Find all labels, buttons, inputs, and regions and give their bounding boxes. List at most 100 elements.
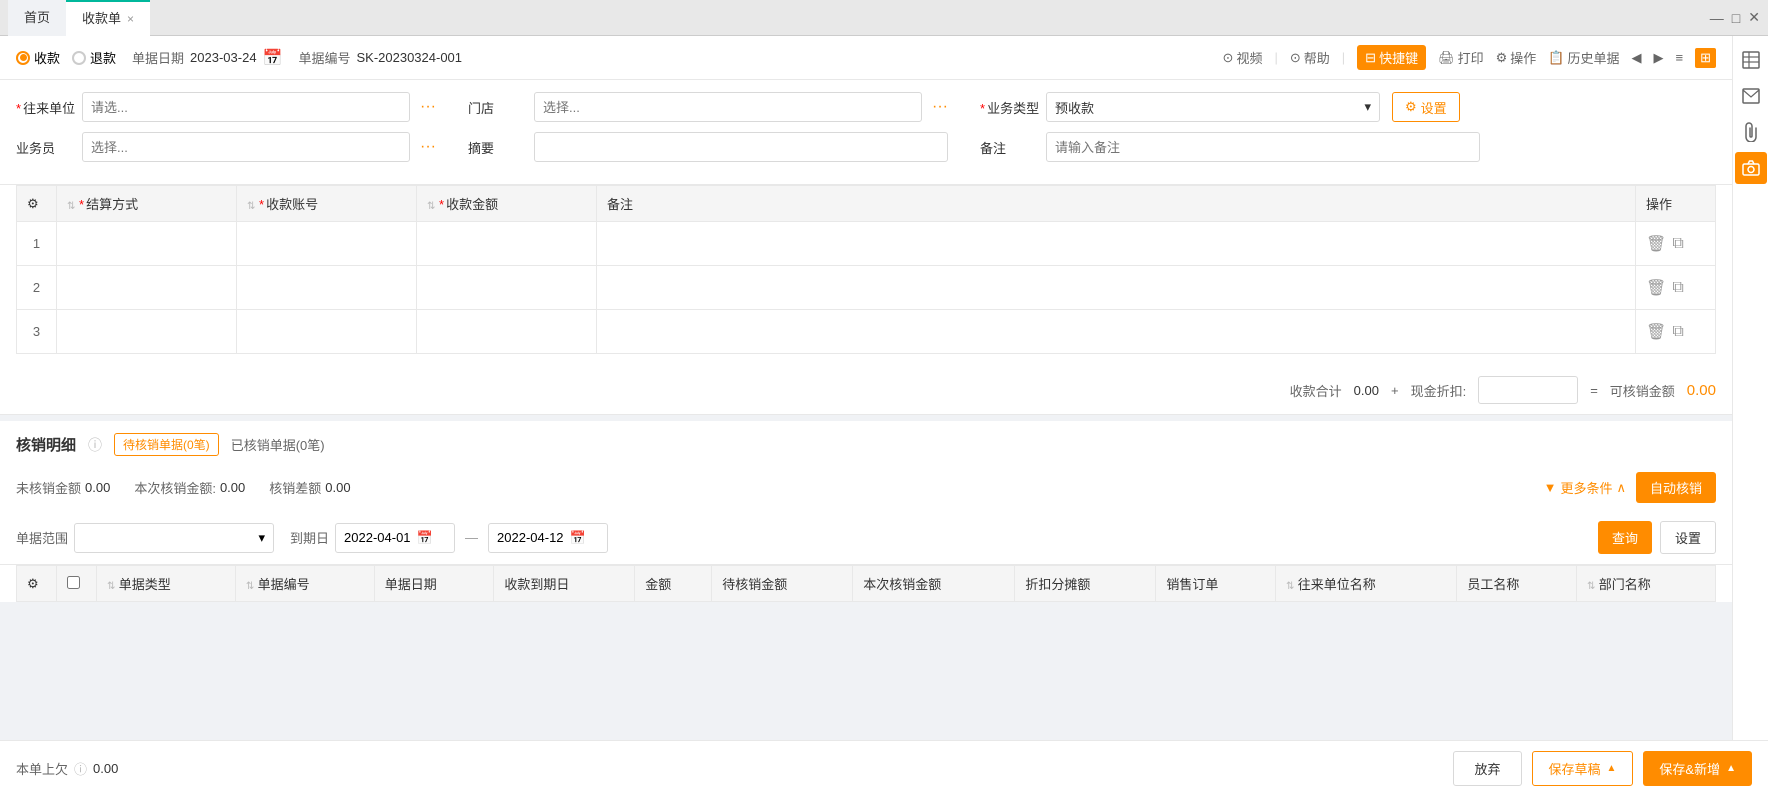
save-new-btn[interactable]: 保存&新增 ▲ — [1643, 751, 1752, 786]
copy-row-2-btn[interactable]: ⧉ — [1672, 279, 1683, 297]
uncancelled-label: 未核销金额 — [16, 478, 81, 497]
radio-refund[interactable]: 退款 — [72, 48, 116, 67]
gear-col-icon: ⚙ — [27, 196, 39, 211]
bth-amount: 金额 — [635, 566, 712, 602]
uncancelled-value: 0.00 — [85, 480, 110, 495]
writeoff-settings-btn[interactable]: 设置 — [1660, 521, 1716, 554]
summary-field: 摘要 — [468, 132, 948, 162]
date-from-input[interactable]: 2022-04-01 📅 — [335, 523, 455, 553]
abandon-btn[interactable]: 放弃 — [1453, 751, 1521, 786]
receivable-value: 0.00 — [1687, 382, 1716, 399]
pending-tab[interactable]: 待核销单据(0笔) — [114, 433, 219, 456]
calendar-icon[interactable]: 📅 — [263, 48, 283, 68]
delete-row-1-btn[interactable]: 🗑 — [1646, 234, 1666, 254]
history-btn[interactable]: 📋 历史单据 — [1548, 48, 1619, 67]
more-conditions-btn[interactable]: ▼ 更多条件 ∧ — [1544, 478, 1626, 497]
query-btn[interactable]: 查询 — [1598, 521, 1652, 554]
table-section: ⚙ ⇅ 结算方式 ⇅ 收款账号 ⇅ 收款金额 备注 — [0, 185, 1732, 366]
counterpart-input[interactable] — [82, 92, 410, 122]
window-close-btn[interactable]: ✕ — [1748, 9, 1760, 26]
date-range-label: 到期日 — [290, 528, 329, 547]
amount-cell-2[interactable] — [417, 266, 597, 310]
sidebar-camera-btn[interactable] — [1735, 152, 1767, 184]
account-cell-3[interactable] — [237, 310, 417, 354]
info-icon[interactable]: ⓘ — [88, 435, 102, 455]
bth-gear[interactable]: ⚙ — [17, 566, 57, 602]
grid-icon[interactable]: ⊞ — [1695, 48, 1716, 68]
save-draft-btn[interactable]: 保存草稿 ▲ — [1532, 751, 1634, 786]
summary-input[interactable] — [534, 132, 948, 162]
bill-range-chevron: ▾ — [258, 530, 265, 546]
select-all-checkbox[interactable] — [67, 576, 80, 589]
tab-active[interactable]: 收款单 × — [66, 0, 150, 36]
video-label: 视频 — [1236, 48, 1262, 67]
layout-icon[interactable]: ≡ — [1676, 50, 1684, 65]
tab-home[interactable]: 首页 — [8, 0, 66, 36]
settlement-cell-2[interactable] — [57, 266, 237, 310]
bth-pending: 待核销金额 — [712, 566, 853, 602]
settings-btn[interactable]: ⚙ 设置 — [1392, 92, 1460, 122]
sidebar-clip-btn[interactable] — [1735, 116, 1767, 148]
table-header-row: ⚙ ⇅ 结算方式 ⇅ 收款账号 ⇅ 收款金额 备注 — [17, 186, 1716, 222]
staff-more-icon[interactable]: ··· — [420, 138, 436, 156]
sidebar-table-btn[interactable] — [1735, 44, 1767, 76]
remark-cell-2[interactable] — [597, 266, 1636, 310]
account-cell-2[interactable] — [237, 266, 417, 310]
action-cell-1: 🗑 ⧉ — [1636, 222, 1716, 266]
form-area: 往来单位 ··· 门店 ··· 业务类型 预收款 ▾ ⚙ 设置 — [0, 80, 1732, 185]
save-draft-label: 保存草稿 — [1549, 759, 1601, 778]
tab-bar: 首页 收款单 × — □ ✕ — [0, 0, 1768, 36]
print-btn[interactable]: 🖨 打印 — [1438, 48, 1484, 67]
note-input[interactable] — [1046, 132, 1480, 162]
col-due-date: 收款到期日 — [504, 577, 569, 592]
summary-row: 收款合计 0.00 + 现金折扣: = 可核销金额 0.00 — [0, 366, 1732, 415]
copy-row-3-btn[interactable]: ⧉ — [1672, 323, 1683, 341]
sidebar-mail-btn[interactable] — [1735, 80, 1767, 112]
radio-receive[interactable]: 收款 — [16, 48, 60, 67]
operate-label: 操作 — [1510, 48, 1536, 67]
th-settlement: ⇅ 结算方式 — [57, 186, 237, 222]
remark-cell-3[interactable] — [597, 310, 1636, 354]
window-min-btn[interactable]: — — [1710, 9, 1724, 26]
bill-range-select[interactable]: ▾ — [74, 523, 274, 553]
total-label: 收款合计 — [1290, 381, 1342, 400]
note-label: 备注 — [980, 138, 1040, 157]
action-cell-2: 🗑 ⧉ — [1636, 266, 1716, 310]
settlement-cell-3[interactable] — [57, 310, 237, 354]
tab-active-label: 收款单 — [82, 1, 121, 37]
copy-row-1-btn[interactable]: ⧉ — [1672, 235, 1683, 253]
shortcut-btn[interactable]: ⊟ 快捷键 — [1357, 45, 1426, 70]
bottom-table-section: ⚙ ⇅ 单据类型 ⇅ 单据编号 单据日期 收款到期日 — [0, 565, 1732, 602]
footer: 本单上欠 ⓘ 0.00 放弃 保存草稿 ▲ 保存&新增 ▲ — [0, 740, 1768, 796]
discount-input[interactable] — [1478, 376, 1578, 404]
footer-left: 本单上欠 ⓘ 0.00 — [16, 759, 118, 778]
bth-bill-date: 单据日期 — [374, 566, 494, 602]
nav-next-icon[interactable]: ▶ — [1654, 50, 1664, 66]
settlement-cell-1[interactable] — [57, 222, 237, 266]
tab-close-btn[interactable]: × — [127, 1, 134, 37]
video-btn[interactable]: ⊙ 视频 — [1223, 48, 1263, 67]
counterpart-more-icon[interactable]: ··· — [420, 98, 436, 116]
remark-cell-1[interactable] — [597, 222, 1636, 266]
nav-prev-icon[interactable]: ◀ — [1632, 50, 1642, 66]
video-icon: ⊙ — [1223, 50, 1234, 66]
shop-input[interactable] — [534, 92, 922, 122]
amount-cell-1[interactable] — [417, 222, 597, 266]
shop-more-icon[interactable]: ··· — [932, 98, 948, 116]
account-cell-1[interactable] — [237, 222, 417, 266]
staff-input[interactable] — [82, 132, 410, 162]
delete-row-3-btn[interactable]: 🗑 — [1646, 322, 1666, 342]
toolbar: 收款 退款 单据日期 2023-03-24 📅 单据编号 SK-20230324… — [0, 36, 1732, 80]
summary-label: 摘要 — [468, 138, 528, 157]
help-btn[interactable]: ⊙ 帮助 — [1290, 48, 1330, 67]
business-type-select[interactable]: 预收款 ▾ — [1046, 92, 1380, 122]
date-to-input[interactable]: 2022-04-12 📅 — [488, 523, 608, 553]
amount-cell-3[interactable] — [417, 310, 597, 354]
delete-row-2-btn[interactable]: 🗑 — [1646, 278, 1666, 298]
window-max-btn[interactable]: □ — [1732, 9, 1740, 26]
th-gear[interactable]: ⚙ — [17, 186, 57, 222]
auto-writeoff-btn[interactable]: 自动核销 — [1636, 472, 1716, 503]
settings-area: ⚙ 设置 — [1392, 92, 1460, 122]
settings-label: 设置 — [1421, 98, 1447, 117]
operate-btn[interactable]: ⚙ 操作 — [1496, 48, 1537, 67]
